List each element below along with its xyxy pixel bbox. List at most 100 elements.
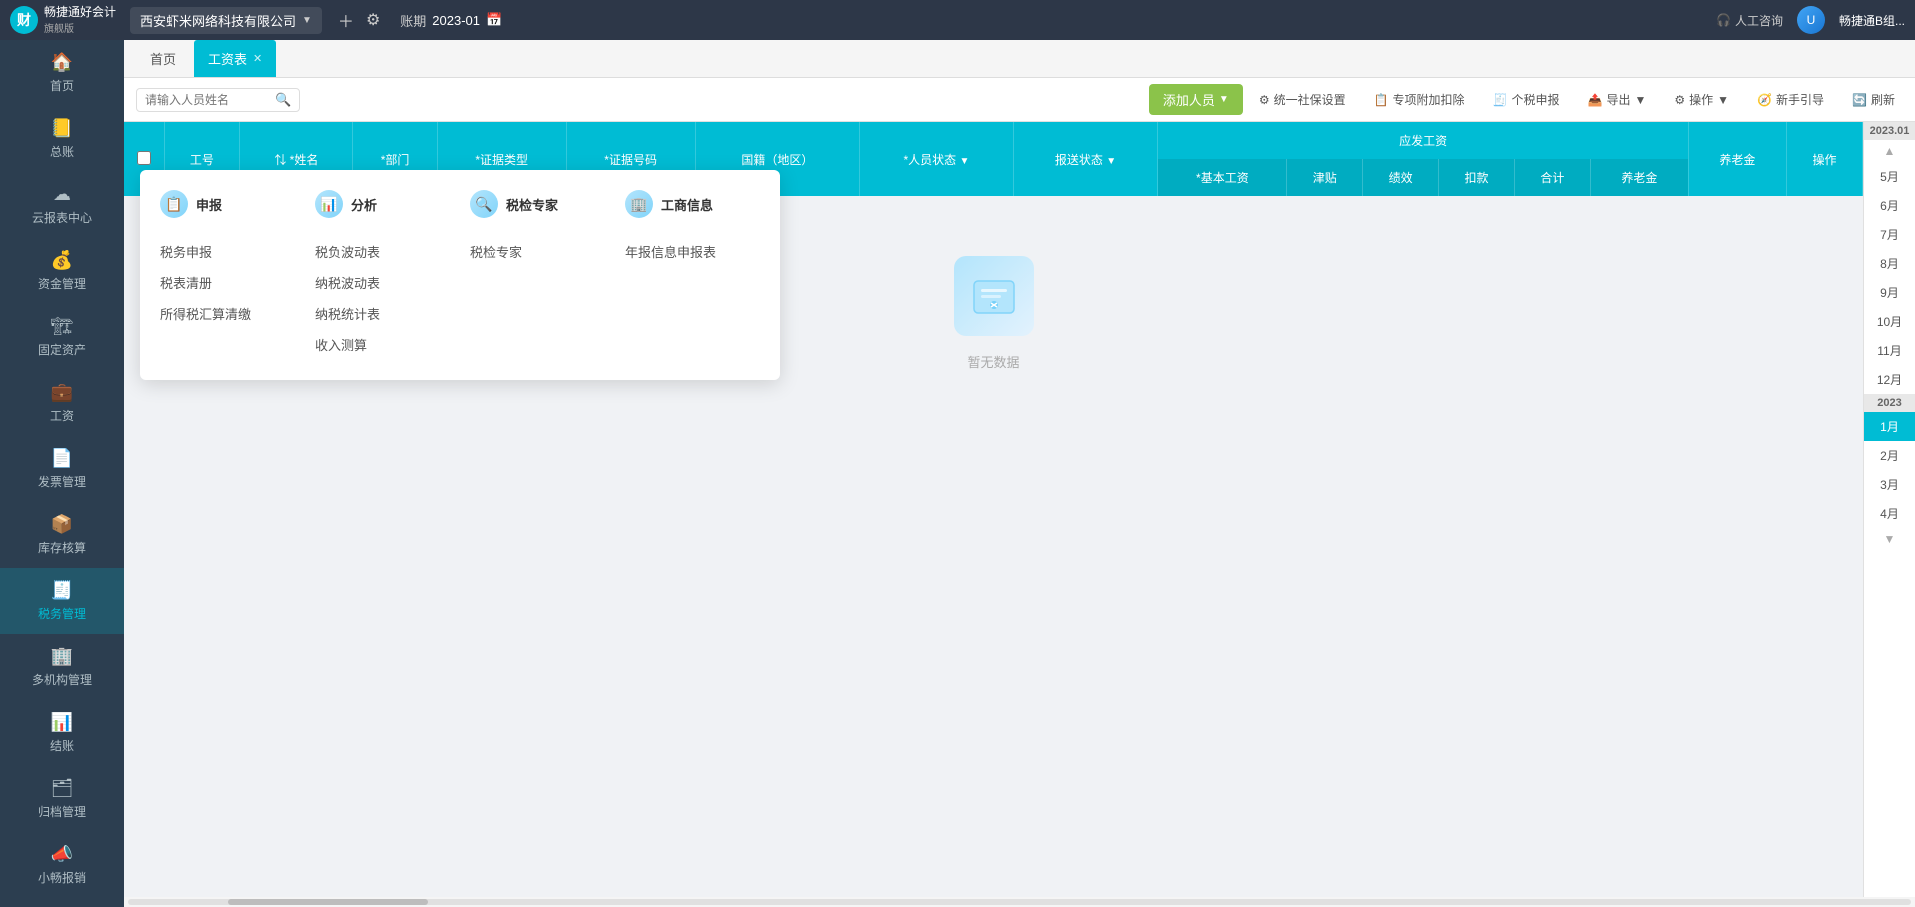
period-value: 2023-01 — [432, 13, 480, 28]
export-button[interactable]: 📤 导出 ▼ — [1580, 87, 1655, 112]
help-button[interactable]: 🎧 人工咨询 — [1716, 12, 1783, 29]
user-avatar[interactable]: U — [1797, 6, 1825, 34]
search-input[interactable] — [145, 93, 275, 107]
section-title-analysis: 📊 分析 — [315, 190, 450, 224]
date-month-6[interactable]: 6月 — [1864, 191, 1915, 220]
sidebar-label-archive: 归档管理 — [38, 803, 86, 820]
col-status: *人员状态 ▼ — [860, 122, 1013, 196]
date-nav-down[interactable]: ▼ — [1864, 528, 1915, 550]
sidebar-item-assets[interactable]: 🏗 固定资产 — [0, 304, 124, 370]
col-total: 合计 — [1514, 159, 1590, 196]
date-month-1[interactable]: 1月 — [1864, 412, 1915, 441]
date-month-3[interactable]: 3月 — [1864, 470, 1915, 499]
add-icon[interactable]: ＋ — [338, 8, 354, 32]
social-insurance-button[interactable]: ⚙ 统一社保设置 — [1251, 87, 1354, 112]
date-nav-up[interactable]: ▲ — [1864, 140, 1915, 162]
menu-item-tax-check[interactable]: 税检专家 — [470, 236, 605, 267]
sidebar-item-expense[interactable]: 📣 小畅报销 — [0, 832, 124, 898]
date-month-12[interactable]: 12月 — [1864, 365, 1915, 394]
sidebar-label-ledger: 总账 — [50, 143, 74, 160]
toolbar: 🔍 添加人员 ▼ ⚙ 统一社保设置 📋 专项附加扣除 🧾 个税申报 — [124, 78, 1915, 122]
sidebar-item-settings[interactable]: ⚙ 基础设置 — [0, 898, 124, 907]
special-deduction-button[interactable]: 📋 专项附加扣除 — [1366, 87, 1473, 112]
col-base-salary: *基本工资 — [1158, 159, 1287, 196]
menu-item-income-estimate[interactable]: 收入测算 — [315, 329, 450, 360]
tab-close-icon[interactable]: ✕ — [253, 52, 262, 65]
menu-item-tax-burden[interactable]: 税负波动表 — [315, 236, 450, 267]
sidebar: 🏠 首页 📒 总账 ☁ 云报表中心 💰 资金管理 🏗 固定资产 💼 工资 📄 发… — [0, 40, 124, 907]
select-all-checkbox[interactable] — [137, 151, 151, 165]
declaration-label: 申报 — [196, 195, 222, 214]
menu-item-annual-report[interactable]: 年报信息申报表 — [625, 236, 760, 267]
cloud-icon: ☁ — [53, 184, 71, 205]
user-name[interactable]: 畅捷通B组... — [1839, 12, 1905, 29]
date-panel-current-period: 2023.01 — [1864, 122, 1915, 140]
sidebar-item-inventory[interactable]: 📦 库存核算 — [0, 502, 124, 568]
date-month-9[interactable]: 9月 — [1864, 278, 1915, 307]
date-month-8[interactable]: 8月 — [1864, 249, 1915, 278]
add-person-button[interactable]: 添加人员 ▼ — [1149, 84, 1243, 115]
sort-icon[interactable]: ⇅ — [274, 153, 286, 167]
si-icon: ⚙ — [1259, 93, 1270, 107]
tax-declaration-button[interactable]: 🧾 个税申报 — [1485, 87, 1568, 112]
sd-label: 专项附加扣除 — [1393, 91, 1465, 108]
col-pension: 养老金 — [1688, 122, 1786, 196]
calendar-icon[interactable]: 📅 — [486, 12, 502, 28]
sidebar-label-salary: 工资 — [50, 407, 74, 424]
sidebar-label-assets: 固定资产 — [38, 341, 86, 358]
settings-icon[interactable]: ⚙ — [366, 10, 380, 30]
sidebar-item-salary[interactable]: 💼 工资 — [0, 370, 124, 436]
menu-item-income-tax[interactable]: 所得税汇算清缴 — [160, 298, 295, 329]
sidebar-label-home: 首页 — [50, 77, 74, 94]
sidebar-label-cloud: 云报表中心 — [32, 209, 92, 226]
add-person-label: 添加人员 — [1163, 90, 1215, 109]
dropdown-grid: 📋 申报 税务申报 税表清册 所得税汇算清缴 📊 分析 税负波动表 纳税波动表 … — [160, 190, 760, 360]
tab-home[interactable]: 首页 — [136, 40, 190, 77]
top-bar-right: 🎧 人工咨询 U 畅捷通B组... — [1716, 6, 1905, 34]
biz-icon: 🏢 — [625, 190, 653, 218]
sidebar-item-funds[interactable]: 💰 资金管理 — [0, 238, 124, 304]
refresh-label: 刷新 — [1871, 91, 1895, 108]
horizontal-scrollbar[interactable] — [124, 897, 1915, 907]
expert-icon: 🔍 — [470, 190, 498, 218]
biz-label: 工商信息 — [661, 195, 713, 214]
menu-item-tax-form[interactable]: 税表清册 — [160, 267, 295, 298]
logo-area: 财 畅捷通好会计 旗舰版 — [10, 5, 130, 34]
sidebar-item-ledger[interactable]: 📒 总账 — [0, 106, 124, 172]
date-month-10[interactable]: 10月 — [1864, 307, 1915, 336]
help-text: 人工咨询 — [1735, 12, 1783, 29]
empty-icon — [954, 256, 1034, 336]
scroll-thumb[interactable] — [228, 899, 428, 905]
tab-salary[interactable]: 工资表 ✕ — [194, 40, 276, 77]
date-month-4[interactable]: 4月 — [1864, 499, 1915, 528]
sidebar-label-funds: 资金管理 — [38, 275, 86, 292]
refresh-button[interactable]: 🔄 刷新 — [1844, 87, 1903, 112]
menu-item-tax-payment[interactable]: 纳税波动表 — [315, 267, 450, 298]
sidebar-item-close[interactable]: 📊 结账 — [0, 700, 124, 766]
sidebar-item-home[interactable]: 🏠 首页 — [0, 40, 124, 106]
section-title-expert: 🔍 税检专家 — [470, 190, 605, 224]
home-icon: 🏠 — [51, 52, 73, 73]
col-deduction: 扣款 — [1439, 159, 1515, 196]
company-selector[interactable]: 西安虾米网络科技有限公司 ▼ — [130, 7, 322, 34]
sidebar-item-cloud[interactable]: ☁ 云报表中心 — [0, 172, 124, 238]
date-month-2[interactable]: 2月 — [1864, 441, 1915, 470]
sidebar-item-tax[interactable]: 🧾 税务管理 — [0, 568, 124, 634]
app-name: 畅捷通好会计 — [44, 5, 116, 19]
operations-button[interactable]: ⚙ 操作 ▼ — [1666, 87, 1737, 112]
col-performance: 绩效 — [1363, 159, 1439, 196]
date-month-5[interactable]: 5月 — [1864, 162, 1915, 191]
sidebar-item-invoice[interactable]: 📄 发票管理 — [0, 436, 124, 502]
tab-bar: 首页 工资表 ✕ — [124, 40, 1915, 78]
col-report-status: 报送状态 ▼ — [1013, 122, 1158, 196]
date-month-7[interactable]: 7月 — [1864, 220, 1915, 249]
date-month-11[interactable]: 11月 — [1864, 336, 1915, 365]
si-label: 统一社保设置 — [1274, 91, 1346, 108]
new-guide-button[interactable]: 🧭 新手引导 — [1749, 87, 1832, 112]
tab-home-label: 首页 — [150, 49, 176, 68]
sidebar-item-archive[interactable]: 🗂 归档管理 — [0, 766, 124, 832]
sidebar-item-multi[interactable]: 🏢 多机构管理 — [0, 634, 124, 700]
menu-item-tax-declare[interactable]: 税务申报 — [160, 236, 295, 267]
chevron-down-icon: ▼ — [302, 15, 312, 26]
menu-item-tax-stats[interactable]: 纳税统计表 — [315, 298, 450, 329]
